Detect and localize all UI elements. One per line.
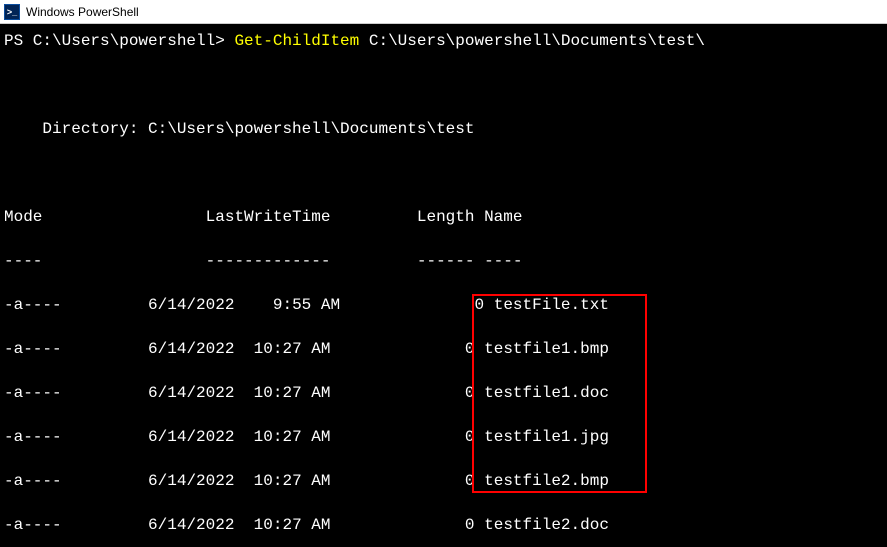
table-header: Mode LastWriteTime Length Name [4, 206, 883, 228]
table-row: -a---- 6/14/2022 9:55 AM 0 testFile.txt [4, 294, 883, 316]
window-title: Windows PowerShell [26, 5, 139, 19]
file-listing: -a---- 6/14/2022 9:55 AM 0 testFile.txt … [4, 294, 883, 547]
prompt-1: PS C:\Users\powershell> [4, 32, 234, 50]
powershell-icon: >_ [4, 4, 20, 20]
table-row: -a---- 6/14/2022 10:27 AM 0 testfile1.do… [4, 382, 883, 404]
cmdlet-getchilditem-1: Get-ChildItem [234, 32, 359, 50]
path-arg-1: C:\Users\powershell\Documents\test\ [359, 32, 705, 50]
table-row: -a---- 6/14/2022 10:27 AM 0 testfile2.do… [4, 514, 883, 536]
terminal-body[interactable]: PS C:\Users\powershell> Get-ChildItem C:… [0, 24, 887, 547]
table-row: -a---- 6/14/2022 10:27 AM 0 testfile2.bm… [4, 470, 883, 492]
table-row: -a---- 6/14/2022 10:27 AM 0 testfile1.jp… [4, 426, 883, 448]
powershell-window: >_ Windows PowerShell PS C:\Users\powers… [0, 0, 887, 547]
table-row: -a---- 6/14/2022 10:27 AM 0 testfile1.bm… [4, 338, 883, 360]
directory-line: Directory: C:\Users\powershell\Documents… [4, 118, 883, 140]
titlebar[interactable]: >_ Windows PowerShell [0, 0, 887, 24]
table-header-dashes: ---- ------------- ------ ---- [4, 250, 883, 272]
